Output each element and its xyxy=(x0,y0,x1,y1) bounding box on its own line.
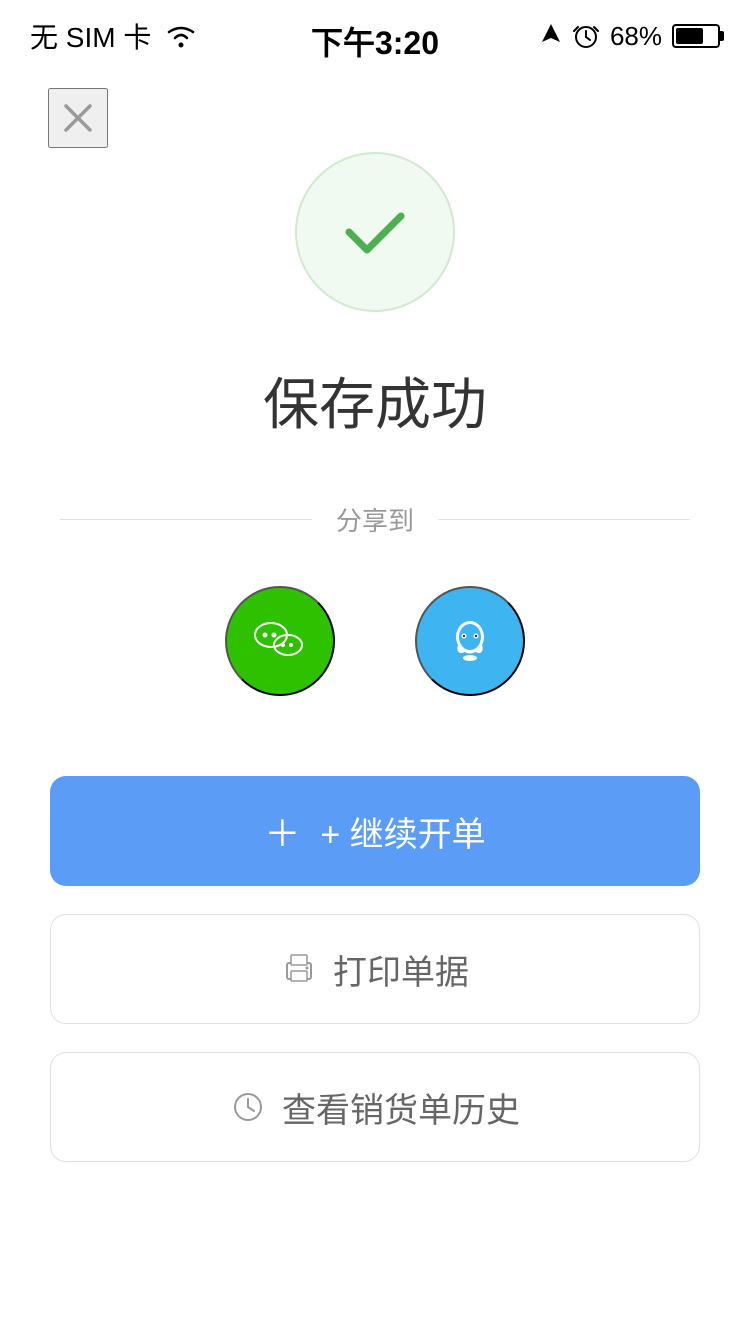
clock-icon xyxy=(230,1089,266,1125)
status-carrier: 无 SIM 卡 xyxy=(30,16,199,56)
history-button[interactable]: 查看销货单历史 xyxy=(50,1052,700,1162)
share-label: 分享到 xyxy=(312,501,438,538)
divider-left xyxy=(60,519,312,520)
action-buttons-container: ＋ + 继续开单 打印单据 查看销货单历史 xyxy=(0,776,750,1162)
wechat-share-button[interactable] xyxy=(225,586,335,696)
wechat-icon xyxy=(248,609,312,673)
status-bar: 无 SIM 卡 下午3:20 68% xyxy=(0,0,750,72)
battery-percent: 68% xyxy=(610,21,662,52)
location-icon xyxy=(540,22,562,50)
history-label: 查看销货单历史 xyxy=(282,1083,520,1132)
carrier-text: 无 SIM 卡 xyxy=(30,16,151,56)
checkmark-icon xyxy=(335,192,415,272)
divider-right xyxy=(438,519,690,520)
main-content: 保存成功 分享到 xyxy=(0,72,750,1334)
continue-label: + 继续开单 xyxy=(316,807,485,856)
share-icons-container xyxy=(225,586,525,696)
alarm-icon xyxy=(572,22,600,50)
success-title: 保存成功 xyxy=(263,360,487,441)
battery-indicator xyxy=(672,24,720,48)
share-divider: 分享到 xyxy=(0,501,750,538)
continue-button[interactable]: ＋ + 继续开单 xyxy=(50,776,700,886)
qq-icon xyxy=(438,609,502,673)
qq-share-button[interactable] xyxy=(415,586,525,696)
close-button[interactable] xyxy=(48,88,108,148)
print-label: 打印单据 xyxy=(333,945,469,994)
wifi-icon xyxy=(163,22,199,50)
plus-icon: ＋ xyxy=(264,805,300,857)
status-indicators: 68% xyxy=(540,21,720,52)
print-button[interactable]: 打印单据 xyxy=(50,914,700,1024)
status-time: 下午3:20 xyxy=(311,18,439,64)
printer-icon xyxy=(281,951,317,987)
success-icon-circle xyxy=(295,152,455,312)
